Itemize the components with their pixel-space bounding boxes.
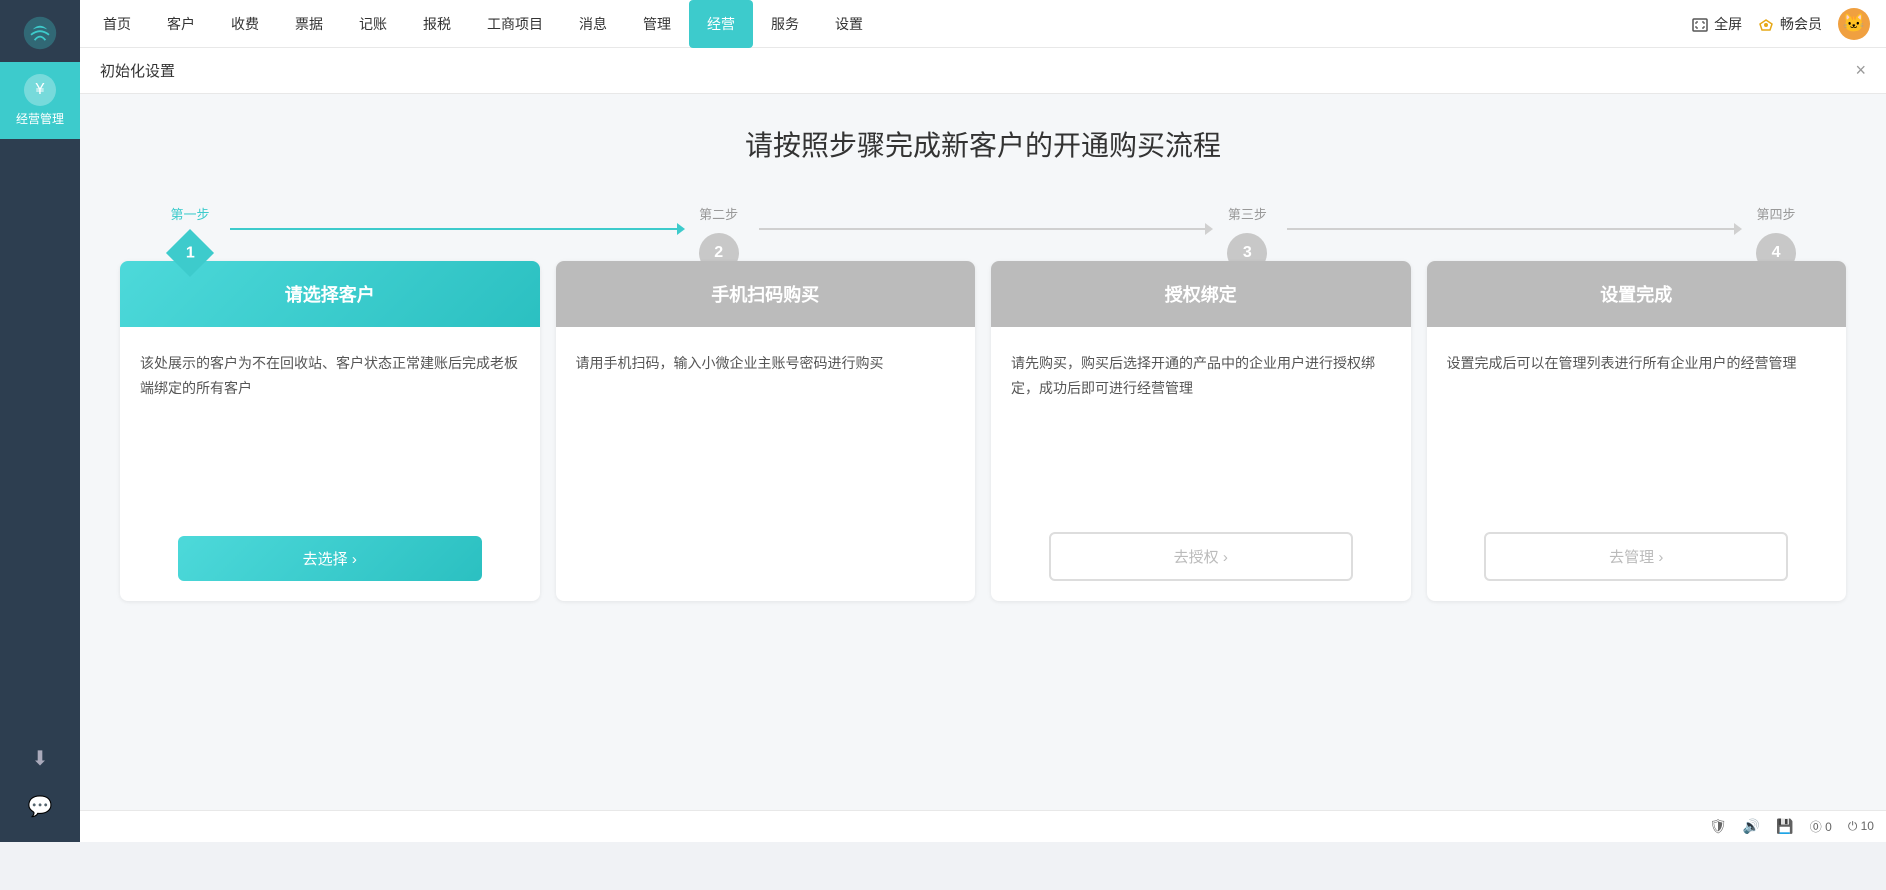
status-bar: ▶ 完成 🛡 🔊 💾 ⓪ 0 ⏻ 10 bbox=[0, 810, 1886, 842]
volume-icon[interactable]: 🔊 bbox=[1743, 818, 1760, 835]
chat-icon[interactable]: 💬 bbox=[20, 786, 60, 826]
nav-guanli[interactable]: 管理 bbox=[625, 0, 689, 48]
nav-jiz hang[interactable]: 记账 bbox=[341, 0, 405, 48]
card-3-footer: 去授权 › bbox=[991, 516, 1411, 601]
vip-btn[interactable]: 畅会员 bbox=[1758, 14, 1822, 34]
card-step4: 设置完成 设置完成后可以在管理列表进行所有企业用户的经营管理 去管理 › bbox=[1427, 261, 1847, 601]
sidebar-logo bbox=[15, 8, 65, 58]
nav-gongshang[interactable]: 工商项目 bbox=[469, 0, 561, 48]
card-3-title: 授权绑定 bbox=[991, 261, 1411, 327]
card-1-body: 该处展示的客户为不在回收站、客户状态正常建账后完成老板端绑定的所有客户 bbox=[120, 327, 540, 520]
nav-client[interactable]: 客户 bbox=[149, 0, 213, 48]
nav-piaoju[interactable]: 票据 bbox=[277, 0, 341, 48]
card-step3: 授权绑定 请先购买，购买后选择开通的产品中的企业用户进行授权绑定，成功后即可进行… bbox=[991, 261, 1411, 601]
card-step1: 请选择客户 该处展示的客户为不在回收站、客户状态正常建账后完成老板端绑定的所有客… bbox=[120, 261, 540, 601]
sidebar-bottom: ⬇ 💬 bbox=[0, 738, 80, 826]
card-4-title: 设置完成 bbox=[1427, 261, 1847, 327]
sidebar-item-jingying[interactable]: ¥ 经营管理 bbox=[0, 62, 80, 139]
main-content: 初始化设置 × 请按照步骤完成新客户的开通购买流程 第一步 1 第二步 2 bbox=[80, 48, 1886, 810]
go-select-button[interactable]: 去选择 › bbox=[178, 536, 482, 581]
connector-1 bbox=[230, 228, 679, 230]
card-2-body: 请用手机扫码，输入小微企业主账号密码进行购买 bbox=[556, 327, 976, 565]
nav-home[interactable]: 首页 bbox=[85, 0, 149, 48]
close-button[interactable]: × bbox=[1855, 60, 1866, 81]
nav-xiaoxi[interactable]: 消息 bbox=[561, 0, 625, 48]
jingying-icon: ¥ bbox=[24, 74, 56, 106]
step-4-label: 第四步 bbox=[1757, 204, 1796, 223]
sidebar: ¥ 经营管理 ⬇ 💬 bbox=[0, 0, 80, 842]
card-4-body: 设置完成后可以在管理列表进行所有企业用户的经营管理 bbox=[1427, 327, 1847, 516]
step-1-label: 第一步 bbox=[170, 204, 209, 223]
fullscreen-btn[interactable]: 全屏 bbox=[1692, 14, 1742, 34]
cards-grid: 请选择客户 该处展示的客户为不在回收站、客户状态正常建账后完成老板端绑定的所有客… bbox=[120, 261, 1846, 601]
card-2-footer bbox=[556, 565, 976, 601]
connector-3 bbox=[1287, 228, 1736, 230]
go-manage-button[interactable]: 去管理 › bbox=[1484, 532, 1788, 581]
page-header: 初始化设置 × bbox=[80, 48, 1886, 94]
nav-shezhi[interactable]: 设置 bbox=[817, 0, 881, 48]
flow-title: 请按照步骤完成新客户的开通购买流程 bbox=[120, 124, 1846, 164]
nav-jingying[interactable]: 经营 bbox=[689, 0, 753, 48]
go-authorize-button[interactable]: 去授权 › bbox=[1049, 532, 1353, 581]
notif-count: ⓪ 0 bbox=[1810, 818, 1832, 835]
step-2-label: 第二步 bbox=[699, 204, 738, 223]
status-bar-right: 🛡 🔊 💾 ⓪ 0 ⏻ 10 bbox=[1709, 818, 1874, 835]
shield-icon: 🛡 bbox=[1709, 818, 1727, 835]
content-area: 请按照步骤完成新客户的开通购买流程 第一步 1 第二步 2 bbox=[80, 94, 1886, 631]
nav-right: 全屏 畅会员 🐱 bbox=[1692, 8, 1886, 40]
card-2-title: 手机扫码购买 bbox=[556, 261, 976, 327]
power-icon: ⏻ 10 bbox=[1848, 819, 1874, 834]
nav-shoufei[interactable]: 收费 bbox=[213, 0, 277, 48]
connector-2 bbox=[759, 228, 1208, 230]
sidebar-item-label: 经营管理 bbox=[16, 110, 64, 127]
page-title: 初始化设置 bbox=[100, 60, 175, 81]
download-icon[interactable]: ⬇ bbox=[20, 738, 60, 778]
card-4-footer: 去管理 › bbox=[1427, 516, 1847, 601]
top-nav: 首页 客户 收费 票据 记账 报税 工商项目 消息 管理 经营 服务 设置 全屏… bbox=[0, 0, 1886, 48]
card-3-body: 请先购买，购买后选择开通的产品中的企业用户进行授权绑定，成功后即可进行经营管理 bbox=[991, 327, 1411, 516]
card-step2: 手机扫码购买 请用手机扫码，输入小微企业主账号密码进行购买 bbox=[556, 261, 976, 601]
step-3-label: 第三步 bbox=[1228, 204, 1267, 223]
nav-fuwu[interactable]: 服务 bbox=[753, 0, 817, 48]
card-1-footer: 去选择 › bbox=[120, 520, 540, 601]
user-avatar[interactable]: 🐱 bbox=[1838, 8, 1870, 40]
save-icon: 💾 bbox=[1776, 818, 1793, 835]
nav-baoshui[interactable]: 报税 bbox=[405, 0, 469, 48]
